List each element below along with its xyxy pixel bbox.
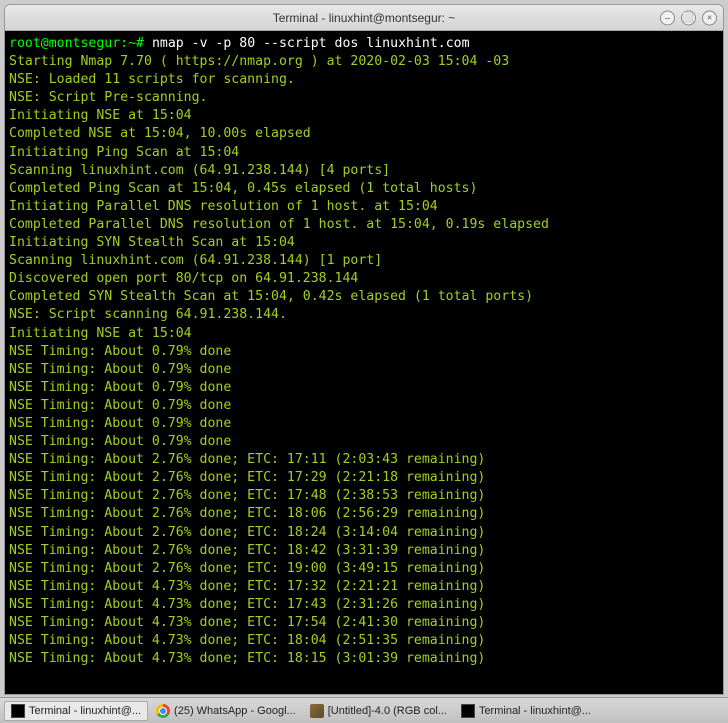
taskbar-label: (25) WhatsApp - Googl... xyxy=(174,705,296,717)
output-line: Initiating Parallel DNS resolution of 1 … xyxy=(9,199,438,214)
output-line: NSE Timing: About 0.79% done xyxy=(9,362,231,377)
output-line: Discovered open port 80/tcp on 64.91.238… xyxy=(9,271,358,286)
taskbar-item-terminal-1[interactable]: Terminal - linuxhint@... xyxy=(4,701,148,721)
output-line: Completed Ping Scan at 15:04, 0.45s elap… xyxy=(9,181,477,196)
shell-prompt: root@montsegur:~# xyxy=(9,36,144,51)
output-line: NSE Timing: About 0.79% done xyxy=(9,398,231,413)
output-line: NSE: Script Pre-scanning. xyxy=(9,90,208,105)
output-line: NSE Timing: About 2.76% done; ETC: 18:24… xyxy=(9,525,485,540)
output-line: NSE Timing: About 4.73% done; ETC: 18:04… xyxy=(9,633,485,648)
output-line: NSE Timing: About 4.73% done; ETC: 17:32… xyxy=(9,579,485,594)
output-line: NSE Timing: About 2.76% done; ETC: 17:11… xyxy=(9,452,485,467)
titlebar[interactable]: Terminal - linuxhint@montsegur: ~ – ⬜ × xyxy=(5,5,723,31)
minimize-button[interactable]: – xyxy=(660,10,675,25)
output-line: Completed Parallel DNS resolution of 1 h… xyxy=(9,217,549,232)
output-line: Initiating Ping Scan at 15:04 xyxy=(9,145,239,160)
taskbar-item-terminal-2[interactable]: Terminal - linuxhint@... xyxy=(455,702,597,720)
close-button[interactable]: × xyxy=(702,10,717,25)
taskbar-label: Terminal - linuxhint@... xyxy=(479,705,591,717)
output-line: NSE Timing: About 2.76% done; ETC: 18:06… xyxy=(9,506,485,521)
output-line: NSE Timing: About 4.73% done; ETC: 17:54… xyxy=(9,615,485,630)
terminal-window: Terminal - linuxhint@montsegur: ~ – ⬜ × … xyxy=(4,4,724,695)
terminal-icon xyxy=(11,704,25,718)
output-line: Initiating NSE at 15:04 xyxy=(9,108,192,123)
gimp-icon xyxy=(310,704,324,718)
output-line: NSE Timing: About 4.73% done; ETC: 17:43… xyxy=(9,597,485,612)
output-line: Starting Nmap 7.70 ( https://nmap.org ) … xyxy=(9,54,509,69)
output-line: NSE Timing: About 2.76% done; ETC: 18:42… xyxy=(9,543,485,558)
terminal-output[interactable]: root@montsegur:~# nmap -v -p 80 --script… xyxy=(5,31,723,694)
command-text: nmap -v -p 80 --script dos linuxhint.com xyxy=(152,36,470,51)
taskbar-item-chrome[interactable]: (25) WhatsApp - Googl... xyxy=(150,702,302,720)
maximize-button[interactable]: ⬜ xyxy=(681,10,696,25)
chrome-icon xyxy=(156,704,170,718)
output-line: Completed NSE at 15:04, 10.00s elapsed xyxy=(9,126,311,141)
output-line: NSE Timing: About 4.73% done; ETC: 18:15… xyxy=(9,651,485,666)
output-line: NSE: Script scanning 64.91.238.144. xyxy=(9,307,287,322)
output-line: NSE Timing: About 2.76% done; ETC: 19:00… xyxy=(9,561,485,576)
output-line: NSE Timing: About 0.79% done xyxy=(9,416,231,431)
output-line: NSE Timing: About 0.79% done xyxy=(9,344,231,359)
output-line: Scanning linuxhint.com (64.91.238.144) [… xyxy=(9,163,390,178)
taskbar-label: Terminal - linuxhint@... xyxy=(29,705,141,717)
output-line: Completed SYN Stealth Scan at 15:04, 0.4… xyxy=(9,289,533,304)
window-title: Terminal - linuxhint@montsegur: ~ xyxy=(273,11,456,25)
terminal-icon xyxy=(461,704,475,718)
window-controls: – ⬜ × xyxy=(660,10,717,25)
output-line: NSE Timing: About 0.79% done xyxy=(9,434,231,449)
taskbar-label: [Untitled]-4.0 (RGB col... xyxy=(328,705,447,717)
output-line: NSE Timing: About 0.79% done xyxy=(9,380,231,395)
output-line: NSE Timing: About 2.76% done; ETC: 17:29… xyxy=(9,470,485,485)
output-line: NSE: Loaded 11 scripts for scanning. xyxy=(9,72,295,87)
taskbar: Terminal - linuxhint@... (25) WhatsApp -… xyxy=(0,697,728,723)
output-line: Initiating SYN Stealth Scan at 15:04 xyxy=(9,235,295,250)
output-line: Scanning linuxhint.com (64.91.238.144) [… xyxy=(9,253,382,268)
output-line: Initiating NSE at 15:04 xyxy=(9,326,192,341)
taskbar-item-gimp[interactable]: [Untitled]-4.0 (RGB col... xyxy=(304,702,453,720)
output-line: NSE Timing: About 2.76% done; ETC: 17:48… xyxy=(9,488,485,503)
